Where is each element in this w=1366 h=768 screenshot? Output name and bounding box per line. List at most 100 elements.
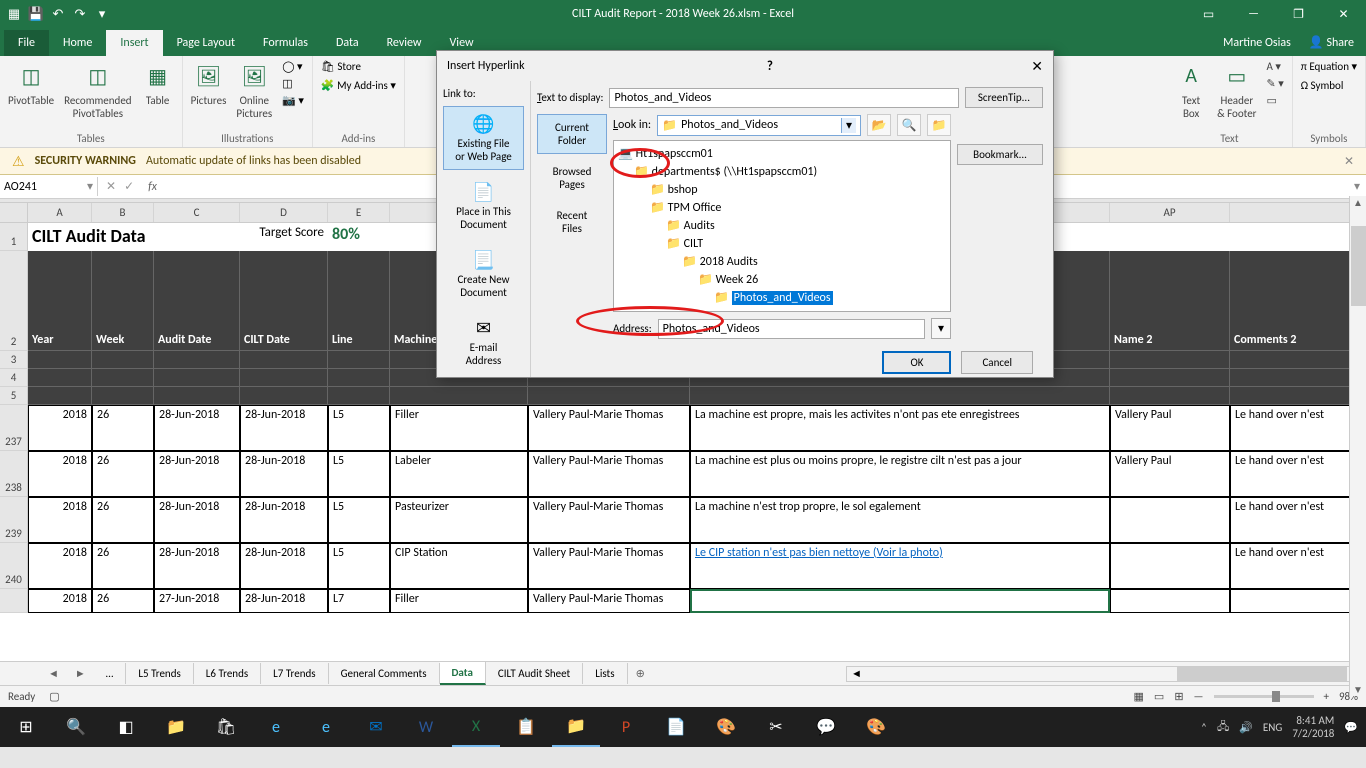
cell[interactable]: Le CIP station n'est pas bien nettoye (V… bbox=[690, 543, 1110, 589]
address-input[interactable] bbox=[658, 319, 925, 339]
tab-insert[interactable]: Insert bbox=[106, 30, 162, 56]
object-button[interactable]: ▭ bbox=[1267, 94, 1284, 107]
cell[interactable]: 28-Jun-2018 bbox=[240, 543, 328, 589]
linkopt-create-new[interactable]: 📃Create New Document bbox=[443, 242, 524, 306]
sheet-tab-active[interactable]: Data bbox=[440, 662, 486, 685]
cell[interactable]: La machine est plus ou moins propre, le … bbox=[690, 451, 1110, 497]
subopt-recent-files[interactable]: Recent Files bbox=[537, 202, 607, 242]
equation-button[interactable]: π Equation ▾ bbox=[1301, 60, 1357, 73]
cell[interactable] bbox=[690, 589, 1110, 613]
linkopt-place-in-doc[interactable]: 📄Place in This Document bbox=[443, 174, 524, 238]
dialog-help-icon[interactable]: ? bbox=[767, 59, 773, 74]
screentip-button[interactable]: ScreenTip... bbox=[965, 87, 1043, 108]
redo-icon[interactable]: ↷ bbox=[72, 6, 88, 22]
explorer-open-icon[interactable]: 📁 bbox=[552, 707, 600, 747]
folder-tree[interactable]: 💻 Ht1spapsccm01 📁 departments$ (\\Ht1spa… bbox=[613, 140, 951, 312]
cell[interactable]: Le hand over n'est bbox=[1230, 451, 1350, 497]
security-close-icon[interactable]: ✕ bbox=[1344, 154, 1354, 169]
app2-icon[interactable]: 🎨 bbox=[702, 707, 750, 747]
screenshot-button[interactable]: 📷 ▾ bbox=[282, 94, 304, 107]
col-header-B[interactable]: B bbox=[92, 203, 154, 222]
cell[interactable]: 2018 bbox=[28, 451, 92, 497]
browse-web-icon[interactable]: 🔍 bbox=[897, 114, 921, 136]
bookmark-button[interactable]: Bookmark... bbox=[957, 144, 1043, 165]
cell[interactable]: Filler bbox=[390, 589, 528, 613]
cell[interactable]: Vallery Paul bbox=[1110, 405, 1230, 451]
sheet-nav-next-icon[interactable]: ► bbox=[67, 667, 94, 680]
close-icon[interactable]: ✕ bbox=[1321, 0, 1366, 28]
cell[interactable]: 26 bbox=[92, 451, 154, 497]
pdf-icon[interactable]: 📄 bbox=[652, 707, 700, 747]
col-header-AP[interactable]: AP bbox=[1110, 203, 1230, 222]
tab-home[interactable]: Home bbox=[49, 30, 106, 56]
tab-data[interactable]: Data bbox=[322, 30, 373, 56]
paint-icon[interactable]: 🎨 bbox=[852, 707, 900, 747]
search-icon[interactable]: 🔍 bbox=[52, 707, 100, 747]
sheet-tab[interactable]: … bbox=[94, 663, 127, 684]
user-name[interactable]: Martine Osias bbox=[1223, 36, 1291, 50]
address-dropdown-icon[interactable]: ▾ bbox=[931, 318, 951, 339]
sheet-tab[interactable]: L5 Trends bbox=[126, 663, 193, 684]
tray-notifications-icon[interactable]: 💬 bbox=[1344, 721, 1358, 734]
expand-formula-icon[interactable]: ▾ bbox=[1348, 179, 1366, 194]
select-all-corner[interactable] bbox=[0, 203, 28, 222]
cell[interactable]: Vallery Paul-Marie Thomas bbox=[528, 451, 690, 497]
view-pagebreak-icon[interactable]: ⊞ bbox=[1174, 690, 1183, 703]
hscroll-thumb[interactable] bbox=[1177, 667, 1347, 681]
outlook-icon[interactable]: ✉ bbox=[352, 707, 400, 747]
cell[interactable]: Le hand over n'est bbox=[1230, 497, 1350, 543]
cell[interactable]: 26 bbox=[92, 497, 154, 543]
save-icon[interactable]: 💾 bbox=[28, 6, 44, 22]
recommended-pivot-button[interactable]: ◫Recommended PivotTables bbox=[64, 60, 131, 120]
powerpoint-icon[interactable]: P bbox=[602, 707, 650, 747]
cell[interactable]: Pasteurizer bbox=[390, 497, 528, 543]
pivottable-button[interactable]: ◫PivotTable bbox=[8, 60, 54, 107]
cell[interactable]: 27-Jun-2018 bbox=[154, 589, 240, 613]
ie-icon[interactable]: e bbox=[302, 707, 350, 747]
cell[interactable]: L5 bbox=[328, 405, 390, 451]
my-addins-button[interactable]: 🧩 My Add-ins ▾ bbox=[321, 79, 396, 92]
zoom-slider[interactable] bbox=[1214, 695, 1314, 698]
tab-file[interactable]: File bbox=[4, 30, 49, 56]
store-button[interactable]: 🛍 Store bbox=[321, 60, 396, 73]
cell[interactable]: Vallery Paul-Marie Thomas bbox=[528, 497, 690, 543]
online-pictures-button[interactable]: 🖼Online Pictures bbox=[236, 60, 272, 120]
tray-expand-icon[interactable]: ˄ bbox=[1201, 721, 1207, 734]
cell[interactable]: Le hand over n'est bbox=[1230, 543, 1350, 589]
linkopt-email[interactable]: ✉E-mail Address bbox=[443, 310, 524, 374]
minimize-icon[interactable]: — bbox=[1231, 0, 1276, 28]
cell[interactable]: Filler bbox=[390, 405, 528, 451]
pictures-button[interactable]: 🖼Pictures bbox=[191, 60, 227, 107]
smartart-button[interactable]: ◫ bbox=[282, 77, 304, 90]
cell[interactable]: 28-Jun-2018 bbox=[154, 451, 240, 497]
cell[interactable]: L5 bbox=[328, 451, 390, 497]
up-folder-icon[interactable]: 📂 bbox=[867, 114, 891, 136]
cell[interactable]: La machine est propre, mais les activite… bbox=[690, 405, 1110, 451]
cell[interactable]: Labeler bbox=[390, 451, 528, 497]
name-box[interactable]: AO241▾ bbox=[0, 177, 98, 196]
cell[interactable]: L7 bbox=[328, 589, 390, 613]
col-header-A[interactable]: A bbox=[28, 203, 92, 222]
cell[interactable]: L5 bbox=[328, 543, 390, 589]
dialog-close-icon[interactable]: ✕ bbox=[1031, 58, 1043, 75]
subopt-browsed-pages[interactable]: Browsed Pages bbox=[537, 158, 607, 198]
cell[interactable]: Vallery Paul bbox=[1110, 451, 1230, 497]
col-header-D[interactable]: D bbox=[240, 203, 328, 222]
enter-formula-icon[interactable]: ✓ bbox=[124, 179, 134, 194]
sheet-nav-prev-icon[interactable]: ◄ bbox=[40, 667, 67, 680]
signature-button[interactable]: ✎ ▾ bbox=[1267, 77, 1284, 90]
cell[interactable]: 26 bbox=[92, 405, 154, 451]
cell[interactable]: CIP Station bbox=[390, 543, 528, 589]
cell[interactable]: 28-Jun-2018 bbox=[240, 497, 328, 543]
cell[interactable] bbox=[1110, 543, 1230, 589]
cell[interactable]: 28-Jun-2018 bbox=[154, 497, 240, 543]
macro-record-icon[interactable]: ▢ bbox=[49, 690, 59, 703]
view-normal-icon[interactable]: ▦ bbox=[1134, 690, 1144, 703]
row-header-1[interactable]: 1 bbox=[0, 223, 28, 251]
chat-icon[interactable]: 💬 bbox=[802, 707, 850, 747]
textbox-button[interactable]: AText Box bbox=[1175, 60, 1207, 120]
maximize-icon[interactable]: ❐ bbox=[1276, 0, 1321, 28]
tray-lang[interactable]: ENG bbox=[1263, 721, 1282, 734]
lookin-combo[interactable]: 📁 Photos_and_Videos▾ bbox=[657, 115, 861, 136]
zoom-in-icon[interactable]: + bbox=[1324, 690, 1329, 703]
